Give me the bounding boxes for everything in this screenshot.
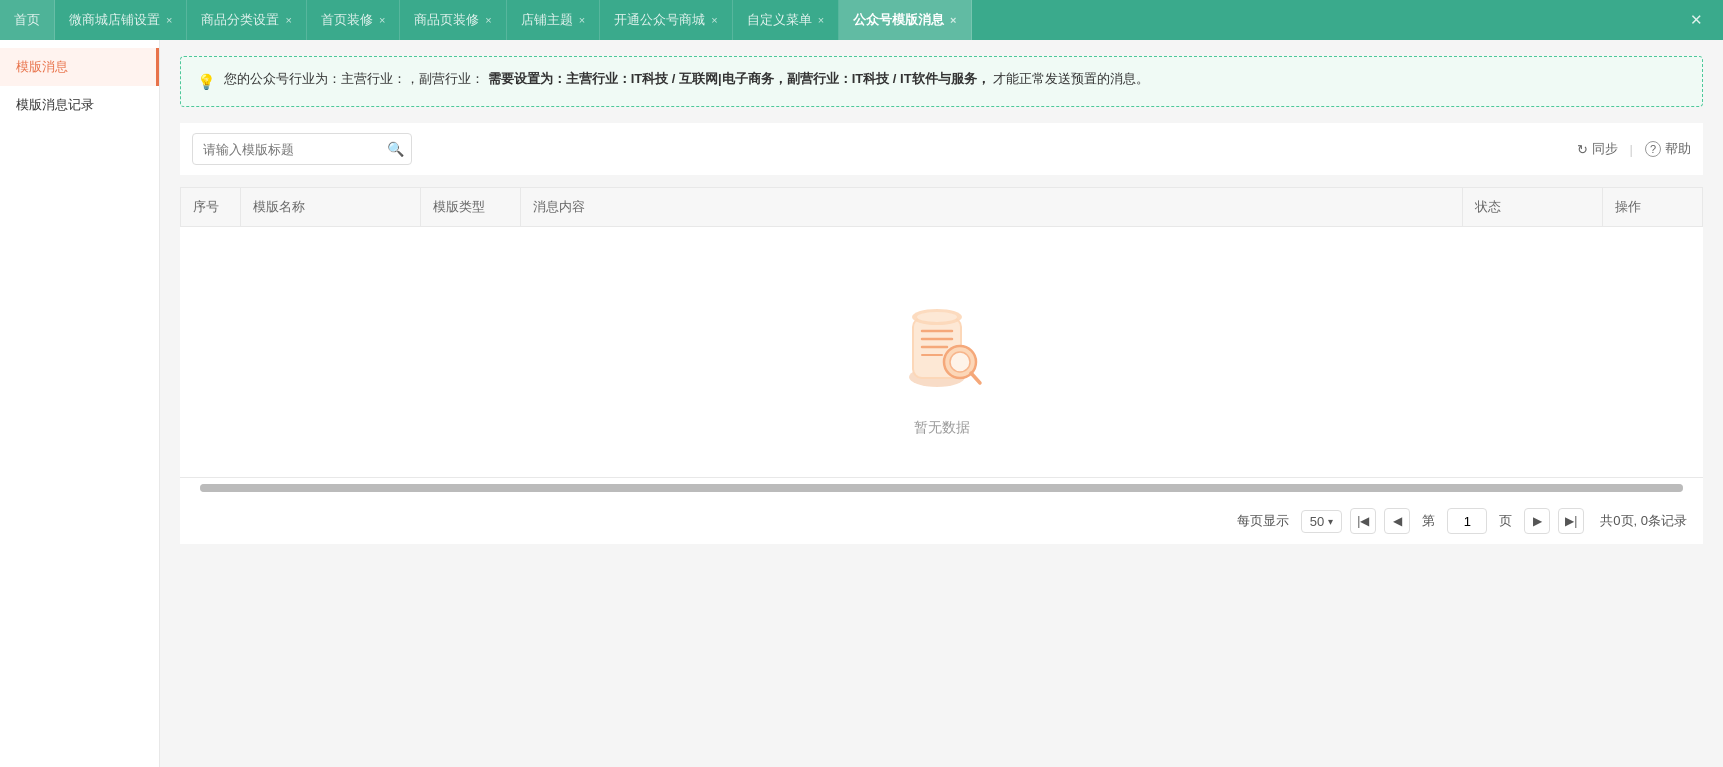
tab-home-decor-label: 首页装修 [321, 11, 373, 29]
sync-label: 同步 [1592, 140, 1618, 158]
tab-template-msg-label: 公众号模版消息 [853, 11, 944, 29]
search-bar: 🔍 ↻ 同步 | ? 帮助 [180, 123, 1703, 175]
pagination: 每页显示 50 ▾ |◀ ◀ 第 页 ▶ ▶| 共0页, 0条记录 [180, 498, 1703, 544]
per-page-label: 每页显示 [1237, 512, 1289, 530]
svg-point-8 [950, 352, 970, 372]
col-header-status: 状态 [1463, 188, 1603, 227]
empty-icon [882, 287, 1002, 407]
table-header-row: 序号 模版名称 模版类型 消息内容 状态 [181, 188, 1703, 227]
notice-banner: 💡 您的公众号行业为：主营行业：，副营行业： 需要设置为：主营行业：IT科技 /… [180, 56, 1703, 107]
search-right: ↻ 同步 | ? 帮助 [1577, 140, 1691, 158]
sidebar-item-template-msg-log-label: 模版消息记录 [16, 97, 94, 112]
tab-shop-settings-label: 微商城店铺设置 [69, 11, 160, 29]
tab-home[interactable]: 首页 [0, 0, 55, 40]
table-body: 暂无数据 [181, 227, 1703, 478]
col-header-name: 模版名称 [241, 188, 421, 227]
sidebar-item-template-msg-log[interactable]: 模版消息记录 [0, 86, 159, 124]
last-page-icon: ▶| [1565, 514, 1577, 528]
svg-line-9 [971, 373, 980, 383]
per-page-value: 50 [1310, 514, 1324, 529]
sync-icon: ↻ [1577, 142, 1588, 157]
scrollbar-track[interactable] [180, 477, 1703, 498]
notice-text: 您的公众号行业为：主营行业：，副营行业： 需要设置为：主营行业：IT科技 / 互… [224, 69, 1149, 90]
notice-icon: 💡 [197, 70, 216, 94]
tab-home-decor-close[interactable]: × [379, 15, 385, 26]
search-input[interactable] [192, 133, 412, 165]
tab-shop-settings-close[interactable]: × [166, 15, 172, 26]
help-icon: ? [1645, 141, 1661, 157]
scrollbar-thumb [200, 484, 1683, 492]
tab-home-label: 首页 [14, 11, 40, 29]
tab-category-settings-label: 商品分类设置 [201, 11, 279, 29]
tab-template-msg-close[interactable]: × [950, 15, 956, 26]
sidebar: 模版消息 模版消息记录 [0, 40, 160, 767]
tab-custom-menu-label: 自定义菜单 [747, 11, 812, 29]
search-input-wrap: 🔍 [192, 133, 412, 165]
search-icon[interactable]: 🔍 [387, 141, 404, 157]
scrollbar-inner [200, 484, 1683, 492]
prev-page-button[interactable]: ◀ [1384, 508, 1410, 534]
content-area: 💡 您的公众号行业为：主营行业：，副营行业： 需要设置为：主营行业：IT科技 /… [160, 40, 1723, 767]
tab-store-theme-label: 店铺主题 [521, 11, 573, 29]
search-left: 🔍 [192, 133, 412, 165]
first-page-button[interactable]: |◀ [1350, 508, 1376, 534]
col-header-content: 消息内容 [521, 188, 1463, 227]
notice-prefix: 您的公众号行业为：主营行业：，副营行业： [224, 71, 484, 86]
notice-highlight: 需要设置为：主营行业：IT科技 / 互联网|电子商务，副营行业：IT科技 / I… [488, 71, 990, 86]
tab-open-mall-label: 开通公众号商城 [614, 11, 705, 29]
per-page-dropdown-icon: ▾ [1328, 516, 1333, 527]
svg-point-11 [917, 312, 957, 322]
sync-button[interactable]: ↻ 同步 [1577, 140, 1618, 158]
notice-suffix: 才能正常发送预置的消息。 [993, 71, 1149, 86]
col-header-action: 操作 [1603, 188, 1703, 227]
tab-open-mall[interactable]: 开通公众号商城 × [600, 0, 732, 40]
empty-text: 暂无数据 [914, 419, 970, 437]
first-page-icon: |◀ [1357, 514, 1369, 528]
main-layout: 模版消息 模版消息记录 💡 您的公众号行业为：主营行业：，副营行业： 需要设置为… [0, 40, 1723, 767]
tab-product-decor-close[interactable]: × [485, 15, 491, 26]
tab-store-theme-close[interactable]: × [579, 15, 585, 26]
tab-home-decor[interactable]: 首页装修 × [307, 0, 400, 40]
data-table: 序号 模版名称 模版类型 消息内容 状态 [180, 187, 1703, 477]
help-label: 帮助 [1665, 140, 1691, 158]
divider: | [1630, 142, 1633, 157]
tab-template-msg[interactable]: 公众号模版消息 × [839, 0, 971, 40]
current-page-input[interactable] [1447, 508, 1487, 534]
tab-product-decor[interactable]: 商品页装修 × [400, 0, 506, 40]
col-header-seq: 序号 [181, 188, 241, 227]
next-page-icon: ▶ [1533, 514, 1542, 528]
tab-shop-settings[interactable]: 微商城店铺设置 × [55, 0, 187, 40]
table-wrap: 序号 模版名称 模版类型 消息内容 状态 [180, 187, 1703, 477]
tab-custom-menu[interactable]: 自定义菜单 × [733, 0, 839, 40]
sidebar-item-template-msg[interactable]: 模版消息 [0, 48, 159, 86]
tab-store-theme[interactable]: 店铺主题 × [507, 0, 600, 40]
tab-custom-menu-close[interactable]: × [818, 15, 824, 26]
per-page-select[interactable]: 50 ▾ [1301, 510, 1342, 533]
page-total: 共0页, 0条记录 [1600, 512, 1687, 530]
sidebar-item-template-msg-label: 模版消息 [16, 59, 68, 74]
global-close-button[interactable]: ✕ [1682, 7, 1711, 33]
tab-open-mall-close[interactable]: × [711, 15, 717, 26]
tab-category-settings-close[interactable]: × [285, 15, 291, 26]
last-page-button[interactable]: ▶| [1558, 508, 1584, 534]
col-header-type: 模版类型 [421, 188, 521, 227]
help-button[interactable]: ? 帮助 [1645, 140, 1691, 158]
page-unit: 页 [1499, 512, 1512, 530]
empty-state: 暂无数据 [181, 227, 1703, 477]
tab-category-settings[interactable]: 商品分类设置 × [187, 0, 306, 40]
tab-bar: 首页 微商城店铺设置 × 商品分类设置 × 首页装修 × 商品页装修 × 店铺主… [0, 0, 1723, 40]
page-label: 第 [1422, 512, 1435, 530]
prev-page-icon: ◀ [1393, 514, 1402, 528]
next-page-button[interactable]: ▶ [1524, 508, 1550, 534]
empty-state-row: 暂无数据 [181, 227, 1703, 478]
tab-product-decor-label: 商品页装修 [414, 11, 479, 29]
tab-bar-end: ✕ [1682, 7, 1723, 33]
